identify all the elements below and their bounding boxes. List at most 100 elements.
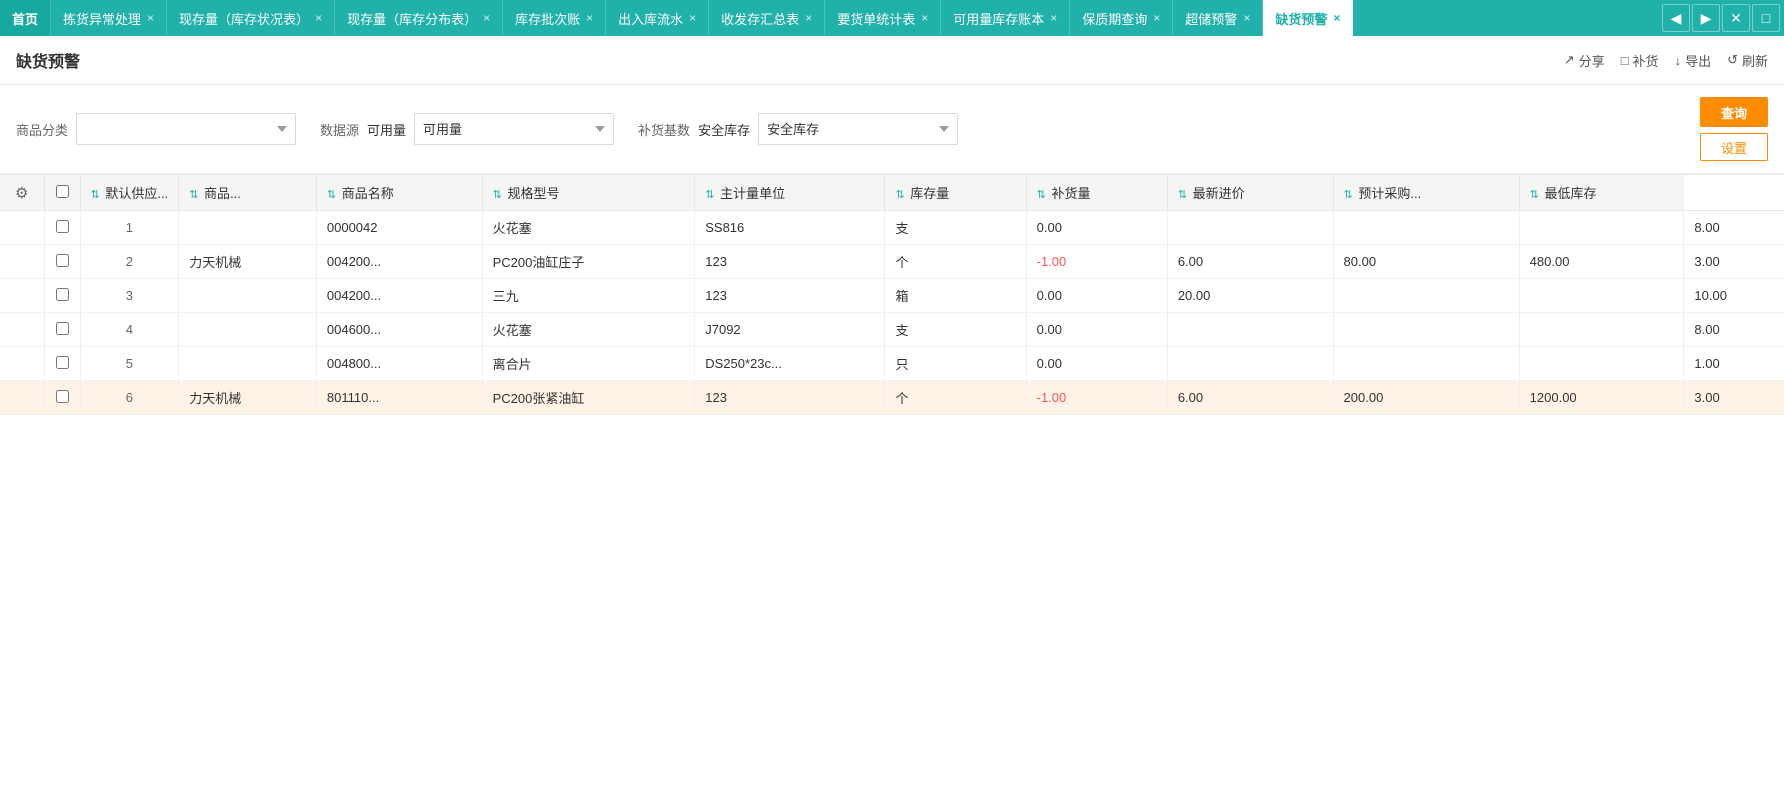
replenish-base-select[interactable]: 安全库存 bbox=[758, 113, 958, 145]
tab-inventory-status-close[interactable]: × bbox=[315, 11, 322, 25]
tab-order-stats-close[interactable]: × bbox=[921, 11, 928, 25]
tab-inout-flow-close[interactable]: × bbox=[689, 11, 696, 25]
row-index-cell: 5 bbox=[80, 347, 179, 381]
share-label: 分享 bbox=[1579, 51, 1605, 70]
row-gear-cell bbox=[0, 347, 44, 381]
tab-inventory-dist[interactable]: 现存量（库存分布表） × bbox=[335, 0, 503, 36]
col-header-min-stock[interactable]: ⇅ 最低库存 bbox=[1519, 175, 1684, 211]
tab-next-button[interactable]: ▶ bbox=[1692, 4, 1720, 32]
row-min-stock-cell: 3.00 bbox=[1684, 245, 1784, 279]
category-select[interactable] bbox=[76, 113, 296, 145]
row-min-stock-cell: 8.00 bbox=[1684, 211, 1784, 245]
tab-receive-summary-label: 收发存汇总表 bbox=[721, 9, 799, 28]
tab-shortage-warning[interactable]: 缺货预警 × bbox=[1263, 0, 1353, 36]
tab-spoilage[interactable]: 拣货异常处理 × bbox=[51, 0, 167, 36]
tab-expiry-query[interactable]: 保质期查询 × bbox=[1070, 0, 1173, 36]
tab-available-ledger-label: 可用量库存账本 bbox=[953, 9, 1044, 28]
tab-order-stats[interactable]: 要货单统计表 × bbox=[825, 0, 941, 36]
tab-inventory-dist-close[interactable]: × bbox=[483, 11, 490, 25]
row-checkbox-2[interactable] bbox=[56, 288, 69, 301]
tab-available-ledger-close[interactable]: × bbox=[1050, 11, 1057, 25]
tab-home[interactable]: 首页 bbox=[0, 0, 51, 36]
tab-batch-account-close[interactable]: × bbox=[586, 11, 593, 25]
row-latest-price-cell: 200.00 bbox=[1333, 381, 1519, 415]
share-action[interactable]: ↗ 分享 bbox=[1564, 51, 1605, 70]
row-checkbox-0[interactable] bbox=[56, 220, 69, 233]
row-min-stock-cell: 1.00 bbox=[1684, 347, 1784, 381]
tab-expiry-query-close[interactable]: × bbox=[1153, 11, 1160, 25]
row-supplier-cell bbox=[179, 211, 317, 245]
row-spec-cell: 123 bbox=[695, 381, 885, 415]
tab-bar: 首页 拣货异常处理 × 现存量（库存状况表） × 现存量（库存分布表） × 库存… bbox=[0, 0, 1784, 36]
row-code-cell: 004200... bbox=[316, 279, 482, 313]
page-content: 缺货预警 ↗ 分享 □ 补货 ↓ 导出 ↺ 刷新 商品分类 bbox=[0, 36, 1784, 796]
tab-receive-summary-close[interactable]: × bbox=[805, 11, 812, 25]
replenish-icon: □ bbox=[1621, 53, 1629, 68]
tab-overstock-warning[interactable]: 超储预警 × bbox=[1173, 0, 1263, 36]
col-header-stock[interactable]: ⇅ 库存量 bbox=[885, 175, 1026, 211]
tab-overstock-warning-label: 超储预警 bbox=[1185, 9, 1237, 28]
export-action[interactable]: ↓ 导出 bbox=[1675, 51, 1712, 70]
page-header: 缺货预警 ↗ 分享 □ 补货 ↓ 导出 ↺ 刷新 bbox=[0, 36, 1784, 85]
sort-icon-latest-price: ⇅ bbox=[1178, 189, 1187, 201]
row-checkbox-1[interactable] bbox=[56, 254, 69, 267]
col-header-supplier[interactable]: ⇅ 默认供应... bbox=[80, 175, 179, 211]
row-checkbox-3[interactable] bbox=[56, 322, 69, 335]
tab-inventory-status[interactable]: 现存量（库存状况表） × bbox=[167, 0, 335, 36]
row-gear-cell bbox=[0, 245, 44, 279]
col-header-unit[interactable]: ⇅ 主计量单位 bbox=[695, 175, 885, 211]
tab-batch-account-label: 库存批次账 bbox=[515, 9, 580, 28]
col-header-latest-price[interactable]: ⇅ 最新进价 bbox=[1167, 175, 1333, 211]
col-header-replenish[interactable]: ⇅ 补货量 bbox=[1026, 175, 1167, 211]
col-header-name[interactable]: ⇅ 商品名称 bbox=[316, 175, 482, 211]
tab-available-ledger[interactable]: 可用量库存账本 × bbox=[941, 0, 1070, 36]
sort-icon-supplier: ⇅ bbox=[91, 189, 100, 201]
table-row: 3 004200... 三九 123 箱 0.00 20.00 10.00 bbox=[0, 279, 1784, 313]
row-replenish-cell bbox=[1167, 211, 1333, 245]
row-replenish-cell bbox=[1167, 347, 1333, 381]
tab-close-all-button[interactable]: ✕ bbox=[1722, 4, 1750, 32]
tab-inventory-dist-label: 现存量（库存分布表） bbox=[347, 9, 477, 28]
tab-maximize-button[interactable]: □ bbox=[1752, 4, 1780, 32]
col-spec-label: 规格型号 bbox=[507, 186, 559, 201]
table-row: 5 004800... 离合片 DS250*23c... 只 0.00 1.00 bbox=[0, 347, 1784, 381]
replenish-base-value: 安全库存 bbox=[698, 120, 750, 139]
refresh-action[interactable]: ↺ 刷新 bbox=[1727, 51, 1768, 70]
row-name-cell: 火花塞 bbox=[482, 313, 695, 347]
datasource-select[interactable]: 可用量 bbox=[414, 113, 614, 145]
select-all-checkbox[interactable] bbox=[56, 185, 69, 198]
col-header-code[interactable]: ⇅ 商品... bbox=[179, 175, 317, 211]
col-header-estimated-purchase[interactable]: ⇅ 预计采购... bbox=[1333, 175, 1519, 211]
tab-shortage-warning-close[interactable]: × bbox=[1333, 11, 1340, 25]
row-spec-cell: J7092 bbox=[695, 313, 885, 347]
row-code-cell: 801110... bbox=[316, 381, 482, 415]
row-spec-cell: DS250*23c... bbox=[695, 347, 885, 381]
category-filter-label: 商品分类 bbox=[16, 120, 68, 139]
tab-prev-button[interactable]: ◀ bbox=[1662, 4, 1690, 32]
row-gear-cell bbox=[0, 211, 44, 245]
row-checkbox-4[interactable] bbox=[56, 356, 69, 369]
tab-batch-account[interactable]: 库存批次账 × bbox=[503, 0, 606, 36]
row-spec-cell: 123 bbox=[695, 245, 885, 279]
row-estimated-purchase-cell bbox=[1519, 279, 1684, 313]
row-min-stock-cell: 10.00 bbox=[1684, 279, 1784, 313]
row-checkbox-5[interactable] bbox=[56, 390, 69, 403]
settings-button[interactable]: 设置 bbox=[1700, 133, 1768, 161]
row-unit-cell: 只 bbox=[885, 347, 1026, 381]
replenish-action[interactable]: □ 补货 bbox=[1621, 51, 1659, 70]
tab-receive-summary[interactable]: 收发存汇总表 × bbox=[709, 0, 825, 36]
col-header-gear[interactable]: ⚙ bbox=[0, 175, 44, 211]
gear-icon[interactable]: ⚙ bbox=[15, 185, 28, 202]
filter-bar: 商品分类 数据源 可用量 可用量 补货基数 安全库存 安全库存 查询 设置 bbox=[0, 85, 1784, 174]
col-stock-label: 库存量 bbox=[910, 186, 949, 201]
tab-overstock-warning-close[interactable]: × bbox=[1243, 11, 1250, 25]
row-name-cell: 火花塞 bbox=[482, 211, 695, 245]
shortage-table: ⚙ ⇅ 默认供应... ⇅ 商品... ⇅ 商品名称 bbox=[0, 174, 1784, 415]
row-index-cell: 1 bbox=[80, 211, 179, 245]
row-code-cell: 004600... bbox=[316, 313, 482, 347]
tab-inout-flow[interactable]: 出入库流水 × bbox=[606, 0, 709, 36]
tab-spoilage-close[interactable]: × bbox=[147, 11, 154, 25]
row-supplier-cell: 力天机械 bbox=[179, 245, 317, 279]
query-button[interactable]: 查询 bbox=[1700, 97, 1768, 127]
col-header-spec[interactable]: ⇅ 规格型号 bbox=[482, 175, 695, 211]
